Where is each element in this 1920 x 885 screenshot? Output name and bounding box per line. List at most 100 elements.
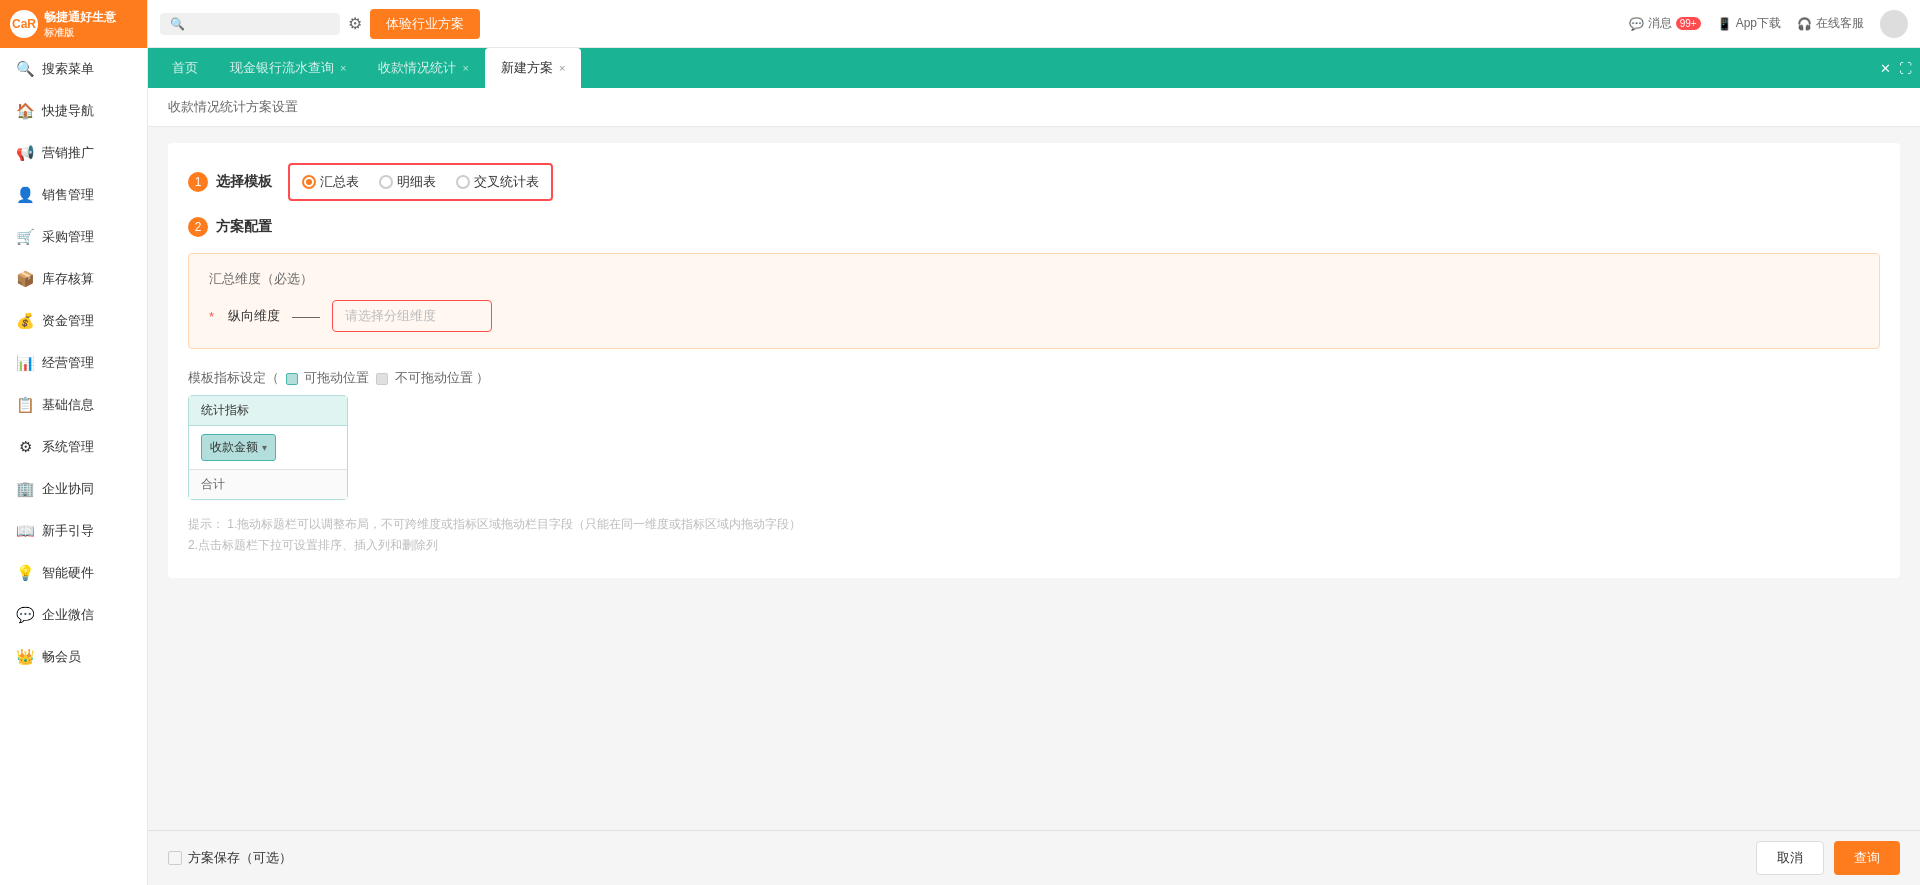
tab-new-plan-close[interactable]: ×	[559, 62, 565, 74]
topbar-right: 💬 消息 99+ 📱 App下载 🎧 在线客服	[1629, 10, 1908, 38]
radio-detail[interactable]: 明细表	[379, 173, 436, 191]
gear-icon: ⚙	[16, 438, 34, 456]
sidebar-item-basic-info[interactable]: 📋 基础信息	[0, 384, 147, 426]
sidebar-item-label: 系统管理	[42, 438, 94, 456]
radio-detail-circle	[379, 175, 393, 189]
metrics-row-total: 合计	[189, 469, 347, 499]
logo-text: 畅捷通好生意	[44, 9, 116, 26]
sidebar-item-guide[interactable]: 📖 新手引导	[0, 510, 147, 552]
user-icon: 👤	[16, 186, 34, 204]
sidebar-item-label: 搜索菜单	[42, 60, 94, 78]
content-area: 收款情况统计方案设置 1 选择模板 汇总表	[148, 88, 1920, 885]
sidebar-item-label: 销售管理	[42, 186, 94, 204]
sidebar-item-finance[interactable]: 💰 资金管理	[0, 300, 147, 342]
dimension-select[interactable]: 请选择分组维度	[332, 300, 492, 332]
sidebar-item-enterprise[interactable]: 🏢 企业协同	[0, 468, 147, 510]
download-icon: 📱	[1717, 17, 1732, 31]
sidebar-item-label: 营销推广	[42, 144, 94, 162]
metrics-title-suffix: ）	[476, 370, 489, 385]
trial-button[interactable]: 体验行业方案	[370, 9, 480, 39]
step2-row: 2 方案配置	[188, 217, 1880, 237]
window-minimize-icon[interactable]: ✕	[1880, 61, 1891, 76]
tips-section: 提示： 1.拖动标题栏可以调整布局，不可跨维度或指标区域拖动栏目字段（只能在同一…	[188, 516, 1880, 554]
chevron-down-icon: ▾	[262, 442, 267, 453]
megaphone-icon: 📢	[16, 144, 34, 162]
metrics-area: 模板指标设定（ 可拖动位置 不可拖动位置 ） 统计指标 收款金额 ▾	[188, 369, 1880, 500]
sidebar-item-purchase[interactable]: 🛒 采购管理	[0, 216, 147, 258]
app-download-button[interactable]: 📱 App下载	[1717, 15, 1781, 32]
sidebar-item-wechat[interactable]: 💬 企业微信	[0, 594, 147, 636]
arrow-right-icon: ——	[292, 308, 320, 324]
save-label: 方案保存（可选）	[188, 849, 292, 867]
save-option[interactable]: 方案保存（可选）	[168, 849, 292, 867]
save-checkbox[interactable]	[168, 851, 182, 865]
tab-collection-stats[interactable]: 收款情况统计 ×	[362, 48, 484, 88]
page-title: 收款情况统计方案设置	[168, 99, 298, 114]
legend-non-draggable-dot	[376, 373, 388, 385]
vertical-dim-label: 纵向维度	[228, 307, 280, 325]
crown-icon: 👑	[16, 648, 34, 666]
sidebar-item-marketing[interactable]: 📢 营销推广	[0, 132, 147, 174]
page-body: 1 选择模板 汇总表 明细表	[148, 127, 1920, 830]
sidebar-item-search[interactable]: 🔍 搜索菜单	[0, 48, 147, 90]
tag-label: 收款金额	[210, 439, 258, 456]
clipboard-icon: 📋	[16, 396, 34, 414]
radio-summary-circle	[302, 175, 316, 189]
user-avatar[interactable]	[1880, 10, 1908, 38]
radio-cross[interactable]: 交叉统计表	[456, 173, 539, 191]
radio-cross-circle	[456, 175, 470, 189]
message-button[interactable]: 💬 消息 99+	[1629, 15, 1701, 32]
sidebar-item-management[interactable]: 📊 经营管理	[0, 342, 147, 384]
service-label: 在线客服	[1816, 15, 1864, 32]
sidebar-item-hardware[interactable]: 💡 智能硬件	[0, 552, 147, 594]
hardware-icon: 💡	[16, 564, 34, 582]
sidebar-item-label: 企业微信	[42, 606, 94, 624]
sidebar-item-member[interactable]: 👑 畅会员	[0, 636, 147, 678]
sidebar-item-label: 快捷导航	[42, 102, 94, 120]
legend-draggable-dot	[286, 373, 298, 385]
tab-bank-flow-close[interactable]: ×	[340, 62, 346, 74]
search-icon: 🔍	[16, 60, 34, 78]
logo-icon: CaR	[10, 10, 38, 38]
page-title-bar: 收款情况统计方案设置	[148, 88, 1920, 127]
legend-draggable-label: 可拖动位置	[304, 370, 369, 385]
bottom-bar: 方案保存（可选） 取消 查询	[148, 830, 1920, 885]
message-icon: 💬	[1629, 17, 1644, 31]
cancel-button[interactable]: 取消	[1756, 841, 1824, 875]
sidebar-item-label: 采购管理	[42, 228, 94, 246]
window-maximize-icon[interactable]: ⛶	[1899, 61, 1912, 76]
search-icon: 🔍	[170, 17, 185, 31]
service-button[interactable]: 🎧 在线客服	[1797, 15, 1864, 32]
settings-icon[interactable]: ⚙	[348, 14, 362, 33]
metrics-tags-row: 收款金额 ▾	[189, 426, 347, 469]
sidebar-item-label: 基础信息	[42, 396, 94, 414]
sidebar-item-system[interactable]: ⚙ 系统管理	[0, 426, 147, 468]
sidebar-item-label: 新手引导	[42, 522, 94, 540]
tip-line-2: 2.点击标题栏下拉可设置排序、插入列和删除列	[188, 537, 1880, 554]
radio-summary-label: 汇总表	[320, 173, 359, 191]
dimension-select-placeholder: 请选择分组维度	[345, 308, 436, 323]
tip-line-1: 提示： 1.拖动标题栏可以调整布局，不可跨维度或指标区域拖动栏目字段（只能在同一…	[188, 516, 1880, 533]
step1-label: 选择模板	[216, 173, 272, 191]
main-area: 🔍 ⚙ 体验行业方案 💬 消息 99+ 📱 App下载 🎧 在线客服	[148, 0, 1920, 885]
tab-bank-flow[interactable]: 现金银行流水查询 ×	[214, 48, 362, 88]
tabbar-actions: ✕ ⛶	[1880, 61, 1912, 76]
radio-summary[interactable]: 汇总表	[302, 173, 359, 191]
sidebar-item-inventory[interactable]: 📦 库存核算	[0, 258, 147, 300]
step1-row: 1 选择模板 汇总表 明细表	[188, 163, 1880, 201]
query-button[interactable]: 查询	[1834, 841, 1900, 875]
radio-detail-label: 明细表	[397, 173, 436, 191]
tab-home[interactable]: 首页	[156, 48, 214, 88]
tab-collection-stats-close[interactable]: ×	[462, 62, 468, 74]
topbar-search[interactable]: 🔍	[160, 13, 340, 35]
sidebar-item-nav[interactable]: 🏠 快捷导航	[0, 90, 147, 132]
tab-collection-stats-label: 收款情况统计	[378, 59, 456, 77]
section-card: 1 选择模板 汇总表 明细表	[168, 143, 1900, 578]
sidebar-item-sales[interactable]: 👤 销售管理	[0, 174, 147, 216]
radio-cross-label: 交叉统计表	[474, 173, 539, 191]
metrics-tag-payment[interactable]: 收款金额 ▾	[201, 434, 276, 461]
step2-badge: 2	[188, 217, 208, 237]
tab-new-plan[interactable]: 新建方案 ×	[485, 48, 581, 88]
chart-icon: 📊	[16, 354, 34, 372]
sidebar-item-label: 库存核算	[42, 270, 94, 288]
